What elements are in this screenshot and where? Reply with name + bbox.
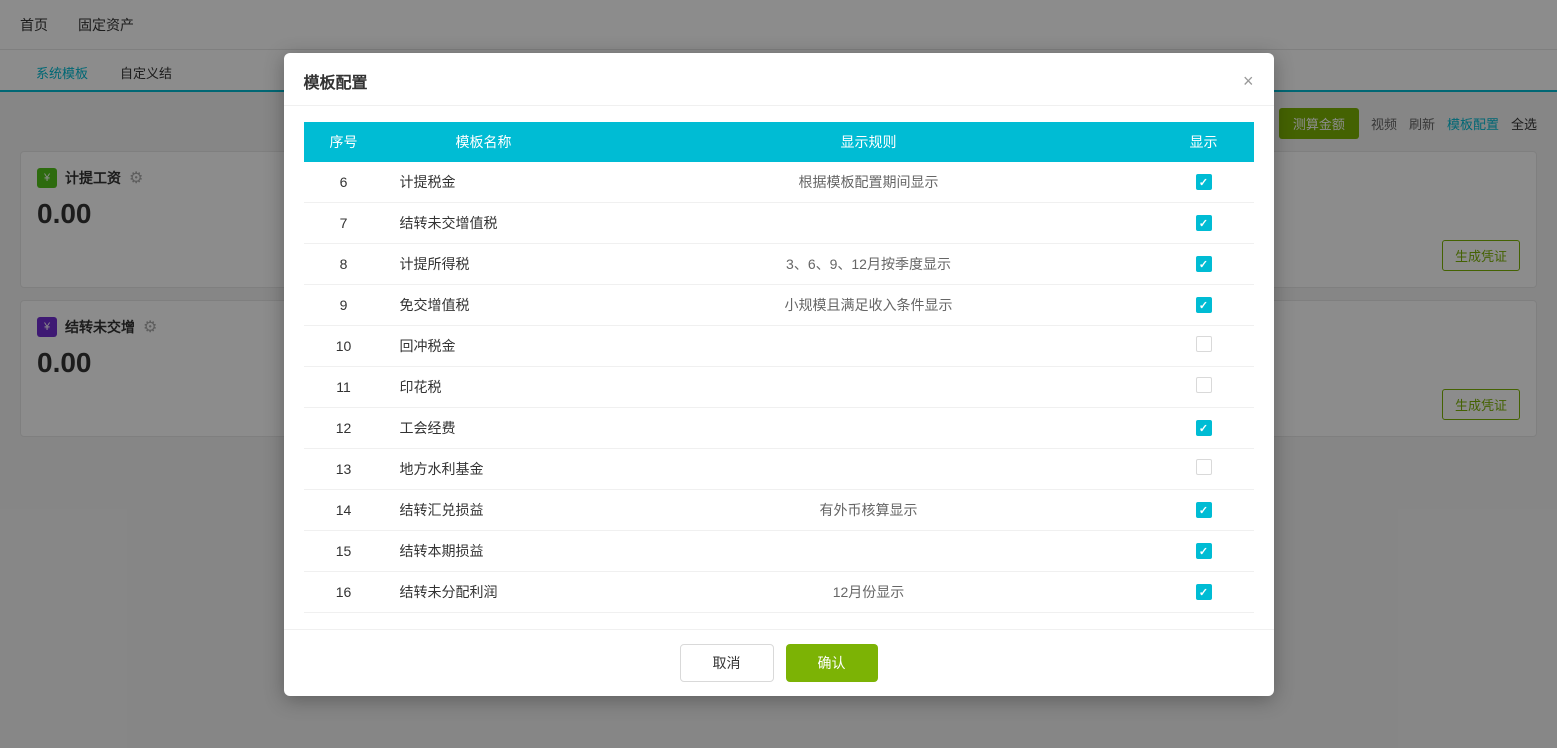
table-row: 15结转本期损益 bbox=[304, 530, 1254, 571]
cell-rule bbox=[584, 407, 1154, 448]
modal-title: 模板配置 bbox=[304, 69, 368, 93]
table-row: 12工会经费 bbox=[304, 407, 1254, 448]
checkbox-icon[interactable] bbox=[1196, 420, 1212, 436]
cell-seq: 8 bbox=[304, 243, 384, 284]
cell-checkbox[interactable] bbox=[1154, 325, 1254, 366]
cell-seq: 11 bbox=[304, 366, 384, 407]
col-header-rule: 显示规则 bbox=[584, 122, 1154, 162]
table-head: 序号 模板名称 显示规则 显示 bbox=[304, 122, 1254, 162]
col-header-name: 模板名称 bbox=[384, 122, 584, 162]
cell-seq: 16 bbox=[304, 571, 384, 612]
cell-name: 计提税金 bbox=[384, 162, 584, 203]
table-row: 13地方水利基金 bbox=[304, 448, 1254, 489]
cell-name: 工会经费 bbox=[384, 407, 584, 448]
cell-name: 结转未分配利润 bbox=[384, 571, 584, 612]
checkbox-icon[interactable] bbox=[1196, 502, 1212, 518]
cell-seq: 12 bbox=[304, 407, 384, 448]
col-header-display: 显示 bbox=[1154, 122, 1254, 162]
table-row: 10回冲税金 bbox=[304, 325, 1254, 366]
cell-checkbox[interactable] bbox=[1154, 571, 1254, 612]
modal-body: 序号 模板名称 显示规则 显示 6计提税金根据模板配置期间显示7结转未交增值税8… bbox=[284, 106, 1274, 629]
cell-seq: 9 bbox=[304, 284, 384, 325]
table-row: 7结转未交增值税 bbox=[304, 202, 1254, 243]
cell-rule: 小规模且满足收入条件显示 bbox=[584, 284, 1154, 325]
checkbox-icon[interactable] bbox=[1196, 174, 1212, 190]
config-table: 序号 模板名称 显示规则 显示 6计提税金根据模板配置期间显示7结转未交增值税8… bbox=[304, 122, 1254, 613]
cell-rule bbox=[584, 202, 1154, 243]
cell-seq: 13 bbox=[304, 448, 384, 489]
col-header-seq: 序号 bbox=[304, 122, 384, 162]
checkbox-icon[interactable] bbox=[1196, 459, 1212, 475]
modal-header: 模板配置 × bbox=[284, 53, 1274, 106]
table-row: 8计提所得税3、6、9、12月按季度显示 bbox=[304, 243, 1254, 284]
cell-seq: 15 bbox=[304, 530, 384, 571]
table-body: 6计提税金根据模板配置期间显示7结转未交增值税8计提所得税3、6、9、12月按季… bbox=[304, 162, 1254, 613]
cell-checkbox[interactable] bbox=[1154, 407, 1254, 448]
cell-name: 计提所得税 bbox=[384, 243, 584, 284]
cell-name: 结转未交增值税 bbox=[384, 202, 584, 243]
cell-name: 结转汇兑损益 bbox=[384, 489, 584, 530]
modal-close-button[interactable]: × bbox=[1243, 72, 1254, 90]
checkbox-icon[interactable] bbox=[1196, 377, 1212, 393]
table-row: 14结转汇兑损益有外币核算显示 bbox=[304, 489, 1254, 530]
cell-name: 地方水利基金 bbox=[384, 448, 584, 489]
cell-name: 印花税 bbox=[384, 366, 584, 407]
cell-rule bbox=[584, 325, 1154, 366]
table-row: 11印花税 bbox=[304, 366, 1254, 407]
checkbox-icon[interactable] bbox=[1196, 584, 1212, 600]
checkbox-icon[interactable] bbox=[1196, 256, 1212, 272]
cell-seq: 10 bbox=[304, 325, 384, 366]
cell-checkbox[interactable] bbox=[1154, 202, 1254, 243]
cell-name: 回冲税金 bbox=[384, 325, 584, 366]
cell-checkbox[interactable] bbox=[1154, 284, 1254, 325]
checkbox-icon[interactable] bbox=[1196, 297, 1212, 313]
checkbox-icon[interactable] bbox=[1196, 336, 1212, 352]
cell-checkbox[interactable] bbox=[1154, 530, 1254, 571]
cell-checkbox[interactable] bbox=[1154, 489, 1254, 530]
cell-rule: 3、6、9、12月按季度显示 bbox=[584, 243, 1154, 284]
cell-name: 结转本期损益 bbox=[384, 530, 584, 571]
cell-name: 免交增值税 bbox=[384, 284, 584, 325]
checkbox-icon[interactable] bbox=[1196, 215, 1212, 231]
checkbox-icon[interactable] bbox=[1196, 543, 1212, 559]
cancel-button[interactable]: 取消 bbox=[680, 644, 774, 682]
cell-rule: 根据模板配置期间显示 bbox=[584, 162, 1154, 203]
cell-checkbox[interactable] bbox=[1154, 243, 1254, 284]
table-row: 16结转未分配利润12月份显示 bbox=[304, 571, 1254, 612]
modal-overlay: 模板配置 × 序号 模板名称 显示规则 显示 6计提税金根据模板配置期间显示7结… bbox=[0, 0, 1557, 748]
table-row: 9免交增值税小规模且满足收入条件显示 bbox=[304, 284, 1254, 325]
table-row: 6计提税金根据模板配置期间显示 bbox=[304, 162, 1254, 203]
cell-checkbox[interactable] bbox=[1154, 366, 1254, 407]
cell-rule bbox=[584, 366, 1154, 407]
cell-rule: 12月份显示 bbox=[584, 571, 1154, 612]
confirm-button[interactable]: 确认 bbox=[786, 644, 878, 682]
modal-footer: 取消 确认 bbox=[284, 629, 1274, 696]
cell-checkbox[interactable] bbox=[1154, 448, 1254, 489]
cell-rule: 有外币核算显示 bbox=[584, 489, 1154, 530]
template-config-modal: 模板配置 × 序号 模板名称 显示规则 显示 6计提税金根据模板配置期间显示7结… bbox=[284, 53, 1274, 696]
cell-seq: 6 bbox=[304, 162, 384, 203]
cell-seq: 14 bbox=[304, 489, 384, 530]
cell-checkbox[interactable] bbox=[1154, 162, 1254, 203]
cell-rule bbox=[584, 530, 1154, 571]
cell-rule bbox=[584, 448, 1154, 489]
cell-seq: 7 bbox=[304, 202, 384, 243]
